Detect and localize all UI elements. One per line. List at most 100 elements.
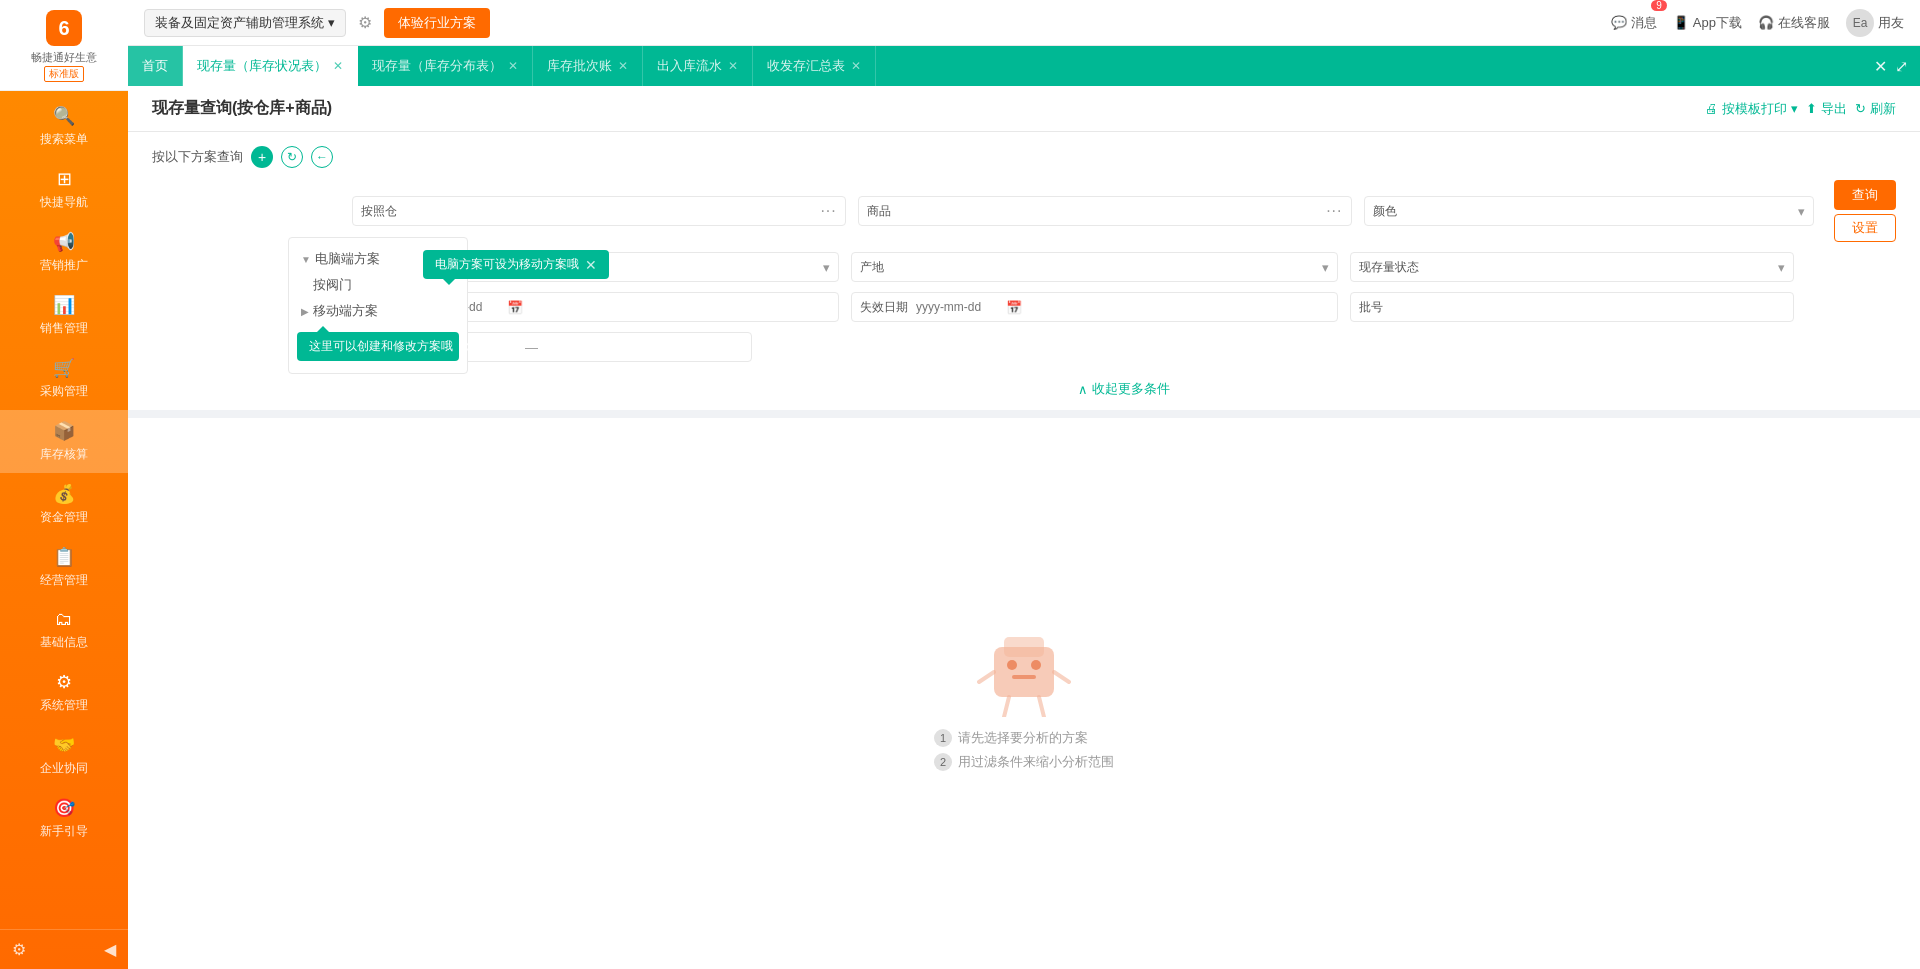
tooltip-create-scheme: 这里可以创建和修改方案哦 ✕ <box>297 332 459 361</box>
tab-home[interactable]: 首页 <box>128 46 183 86</box>
svg-line-7 <box>1004 697 1009 717</box>
enterprise-icon: 🤝 <box>53 734 75 756</box>
settings-icon[interactable]: ⚙ <box>358 13 372 32</box>
add-scheme-button[interactable]: + <box>251 146 273 168</box>
sidebar: 6 畅捷通好生意 标准版 🔍 搜索菜单 ⊞ 快捷导航 📢 营销推广 📊 销售管理… <box>0 0 128 969</box>
dots-icon[interactable]: ··· <box>820 202 836 220</box>
logo-text: 畅捷通好生意 <box>31 50 97 64</box>
chevron-down-icon[interactable]: ▾ <box>1778 260 1785 275</box>
home-tab-label: 首页 <box>142 57 168 75</box>
sidebar-item-system[interactable]: ⚙ 系统管理 <box>0 661 128 724</box>
messages-button[interactable]: 💬 消息 9 <box>1611 14 1657 32</box>
online-support-button[interactable]: 🎧 在线客服 <box>1758 14 1830 32</box>
refresh-button[interactable]: ↻ 刷新 <box>1855 100 1896 118</box>
close-icon[interactable]: ✕ <box>851 59 861 73</box>
system-selector[interactable]: 装备及固定资产辅助管理系统 ▾ <box>144 9 346 37</box>
close-icon[interactable]: ✕ <box>728 59 738 73</box>
svg-rect-1 <box>1004 637 1044 657</box>
sidebar-item-label: 快捷导航 <box>40 194 88 211</box>
close-icon[interactable]: ✕ <box>508 59 518 73</box>
empty-step-1: 1 请先选择要分析的方案 <box>934 729 1114 747</box>
sidebar-item-purchase[interactable]: 🛒 采购管理 <box>0 347 128 410</box>
sidebar-item-basic[interactable]: 🗂 基础信息 <box>0 599 128 661</box>
origin-input[interactable] <box>892 260 1322 274</box>
warehouse-input[interactable] <box>405 204 820 218</box>
refresh-scheme-button[interactable]: ↻ <box>281 146 303 168</box>
export-button[interactable]: ⬆ 导出 <box>1806 100 1847 118</box>
close-icon[interactable]: ✕ <box>618 59 628 73</box>
tab-batch[interactable]: 库存批次账 ✕ <box>533 46 643 86</box>
sidebar-item-search[interactable]: 🔍 搜索菜单 <box>0 95 128 158</box>
expand-icon: ▼ <box>301 254 311 265</box>
batch-no-input[interactable] <box>1391 300 1785 314</box>
collapse-button[interactable]: ∧ 收起更多条件 <box>352 372 1896 410</box>
stock-main-to-input[interactable] <box>542 340 622 354</box>
sidebar-item-operation[interactable]: 📋 经营管理 <box>0 536 128 599</box>
status-field[interactable]: 现存量状态 ▾ <box>1350 252 1794 282</box>
color-field[interactable]: 颜色 ▾ <box>1364 196 1815 226</box>
scheme-mobile[interactable]: ▶ 移动端方案 <box>289 298 467 324</box>
sidebar-item-label: 采购管理 <box>40 383 88 400</box>
expire-date-input[interactable] <box>916 300 1006 314</box>
solution-button[interactable]: 体验行业方案 <box>384 8 490 38</box>
chevron-down-icon[interactable]: ▾ <box>823 260 830 275</box>
sidebar-item-finance[interactable]: 💰 资金管理 <box>0 473 128 536</box>
tooltip-close-icon[interactable]: ✕ <box>459 339 471 355</box>
empty-state: 1 请先选择要分析的方案 2 用过滤条件来缩小分析范围 <box>128 418 1920 969</box>
user-button[interactable]: Ea 用友 <box>1846 9 1904 37</box>
batch-no-field[interactable]: 批号 <box>1350 292 1794 322</box>
sidebar-item-guide[interactable]: 🎯 新手引导 <box>0 787 128 850</box>
goods-field[interactable]: 商品 ··· <box>858 196 1352 226</box>
filter-section: 按以下方案查询 + ↻ ← 电脑方案可设为移动方案哦 ✕ ▼ 电脑端方案 <box>128 132 1920 410</box>
set-button[interactable]: 设置 <box>1834 214 1896 242</box>
tab-inventory-status[interactable]: 现存量（库存状况表） ✕ <box>183 46 358 86</box>
calendar-icon[interactable]: 📅 <box>507 300 523 315</box>
close-all-tabs-icon[interactable]: ✕ <box>1874 57 1887 76</box>
sidebar-item-quick[interactable]: ⊞ 快捷导航 <box>0 158 128 221</box>
collapse-sidebar-button[interactable]: ◀ <box>104 940 116 959</box>
sidebar-item-inventory[interactable]: 📦 库存核算 <box>0 410 128 473</box>
tabs-bar: 首页 现存量（库存状况表） ✕ 现存量（库存分布表） ✕ 库存批次账 ✕ 出入库… <box>128 46 1920 86</box>
support-label: 在线客服 <box>1778 14 1830 32</box>
sidebar-item-enterprise[interactable]: 🤝 企业协同 <box>0 724 128 787</box>
status-input[interactable] <box>1427 260 1778 274</box>
empty-svg <box>964 617 1084 717</box>
chevron-down-icon: ▾ <box>328 15 335 30</box>
tab-label: 出入库流水 <box>657 57 722 75</box>
color-input[interactable] <box>1405 204 1799 218</box>
goods-label: 商品 <box>867 203 891 220</box>
template-print-button[interactable]: 🖨 按模板打印 ▾ <box>1705 100 1798 118</box>
back-button[interactable]: ← <box>311 146 333 168</box>
sidebar-item-marketing[interactable]: 📢 营销推广 <box>0 221 128 284</box>
origin-field[interactable]: 产地 ▾ <box>851 252 1338 282</box>
tab-collect[interactable]: 收发存汇总表 ✕ <box>753 46 876 86</box>
avatar: Ea <box>1846 9 1874 37</box>
settings-button[interactable]: ⚙ <box>12 940 26 959</box>
step-num-1: 1 <box>934 729 952 747</box>
range-separator: — <box>525 340 538 355</box>
calendar-icon[interactable]: 📅 <box>1006 300 1022 315</box>
tooltip-close-icon[interactable]: ✕ <box>585 257 597 273</box>
sidebar-item-label: 新手引导 <box>40 823 88 840</box>
maximize-icon[interactable]: ⤢ <box>1895 57 1908 76</box>
svg-rect-4 <box>1012 675 1036 679</box>
expire-date-input-group <box>916 300 1006 314</box>
color-label: 颜色 <box>1373 203 1397 220</box>
dots-icon[interactable]: ··· <box>1326 202 1342 220</box>
chevron-down-icon[interactable]: ▾ <box>1798 204 1805 219</box>
expire-date-field[interactable]: 失效日期 📅 <box>851 292 1338 322</box>
purchase-icon: 🛒 <box>53 357 75 379</box>
tab-inout[interactable]: 出入库流水 ✕ <box>643 46 753 86</box>
close-icon[interactable]: ✕ <box>333 59 343 73</box>
scheme-mobile-label: 移动端方案 <box>313 302 378 320</box>
tab-inventory-dist[interactable]: 现存量（库存分布表） ✕ <box>358 46 533 86</box>
query-button[interactable]: 查询 <box>1834 180 1896 210</box>
warehouse-field[interactable]: 按照仓 ··· <box>352 196 846 226</box>
page-title: 现存量查询(按仓库+商品) <box>152 98 332 119</box>
chevron-down-icon[interactable]: ▾ <box>1322 260 1329 275</box>
app-download-button[interactable]: 📱 App下载 <box>1673 14 1742 32</box>
goods-input[interactable] <box>899 204 1326 218</box>
sidebar-item-sales[interactable]: 📊 销售管理 <box>0 284 128 347</box>
topbar: 装备及固定资产辅助管理系统 ▾ ⚙ 体验行业方案 💬 消息 9 📱 App下载 … <box>128 0 1920 46</box>
sidebar-item-label: 企业协同 <box>40 760 88 777</box>
